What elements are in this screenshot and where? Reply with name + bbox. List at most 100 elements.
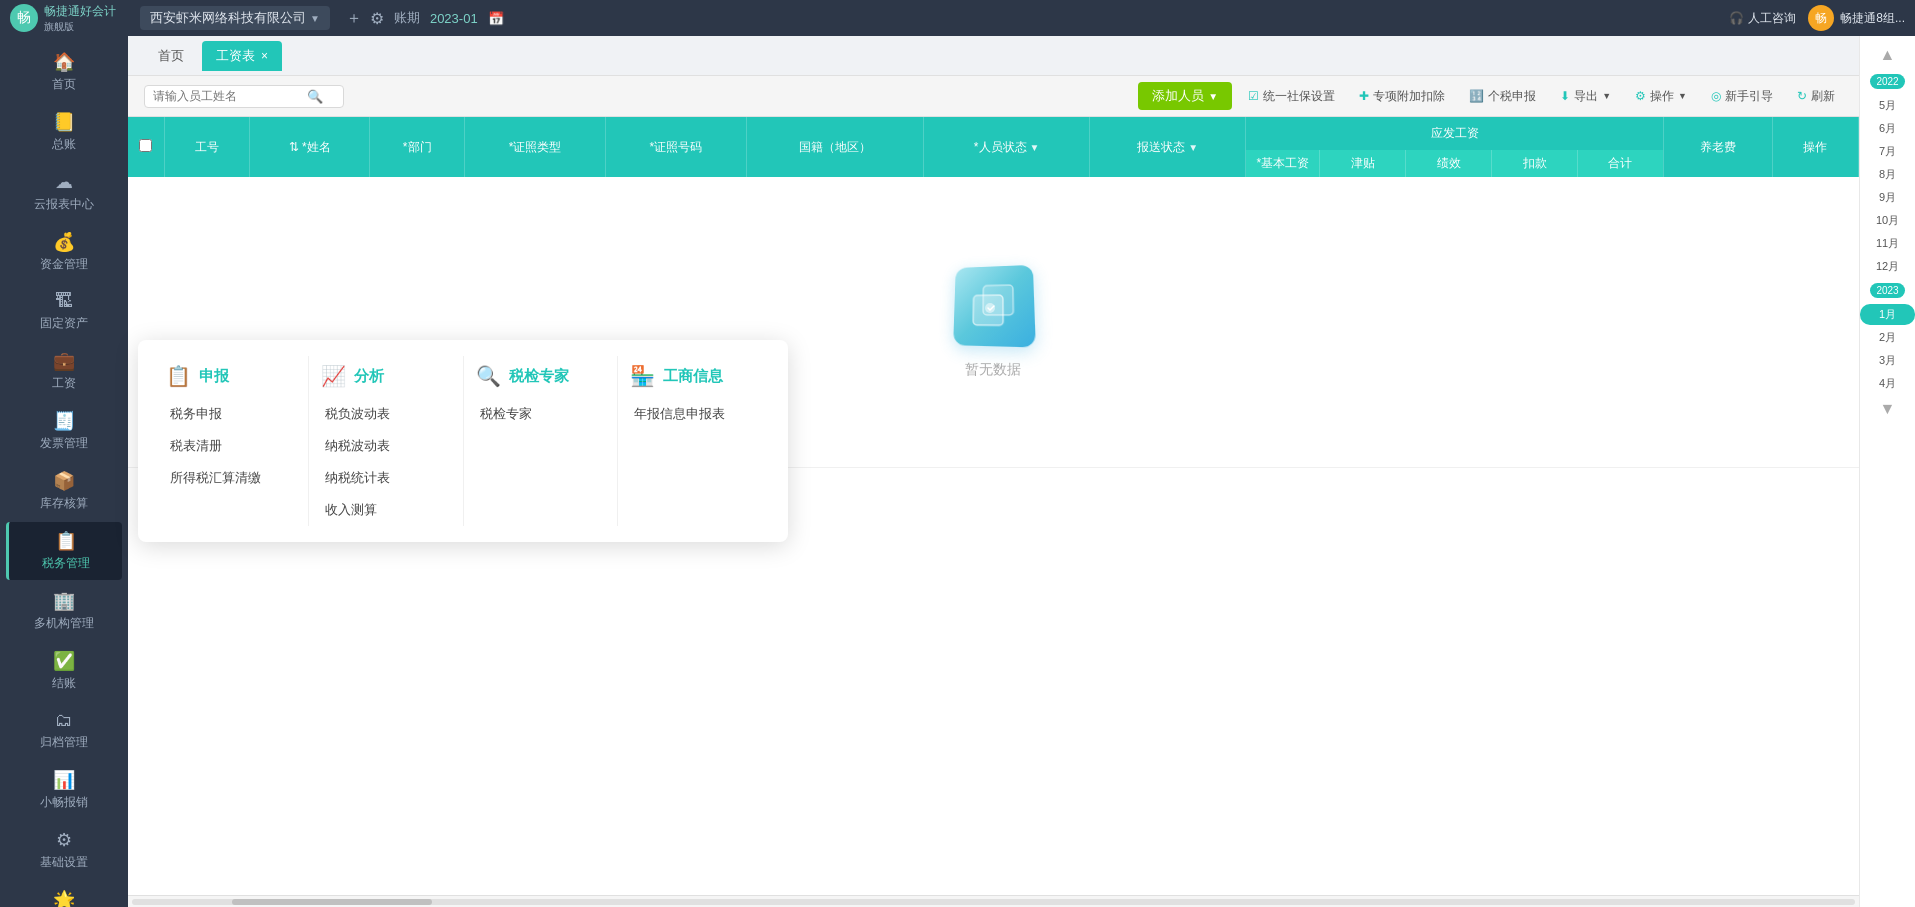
customer-service-button[interactable]: 🎧 人工咨询 <box>1729 10 1796 27</box>
sidebar-item-cloud-report[interactable]: ☁ 云报表中心 <box>6 163 122 221</box>
logo-title: 畅捷通好会计 <box>44 3 116 20</box>
sidebar-item-inventory[interactable]: 📦 库存核算 <box>6 462 122 520</box>
select-all-checkbox[interactable] <box>139 139 152 152</box>
analysis-header: 📈 分析 <box>321 356 451 398</box>
sidebar-label-report-sales: 小畅报销 <box>40 794 88 811</box>
dropdown-section-tax-expert: 🔍 税检专家 税检专家 <box>464 356 619 526</box>
tab-salary-label: 工资表 <box>216 47 255 65</box>
operation-button[interactable]: ⚙ 操作 ▼ <box>1627 84 1695 109</box>
month-2022-09[interactable]: 9月 <box>1860 187 1915 208</box>
menu-item-tax-expert[interactable]: 税检专家 <box>476 398 606 430</box>
horizontal-scrollbar[interactable] <box>128 895 1859 907</box>
settle-icon: ✅ <box>53 650 75 672</box>
tax-management-dropdown: 📋 申报 税务申报 税表清册 所得税汇算清缴 📈 分析 税负波动表 纳税波动表 … <box>138 340 788 542</box>
menu-item-income-estimate[interactable]: 收入测算 <box>321 494 451 526</box>
sidebar-item-invoice[interactable]: 🧾 发票管理 <box>6 402 122 460</box>
add-person-button[interactable]: 添加人员 ▼ <box>1138 82 1232 110</box>
month-2022-12[interactable]: 12月 <box>1860 256 1915 277</box>
top-bar-right: 🎧 人工咨询 畅 畅捷通8组... <box>1729 5 1905 31</box>
menu-item-tax-schedule[interactable]: 税表清册 <box>166 430 296 462</box>
toolbar: 🔍 添加人员 ▼ ☑ 统一社保设置 ✚ 专项附加扣除 🔢 个税申报 ⬇ 导出 <box>128 76 1859 117</box>
menu-item-tax-declaration[interactable]: 税务申报 <box>166 398 296 430</box>
sidebar-label-tax: 税务管理 <box>42 555 90 572</box>
col-dept: *部门 <box>370 117 465 177</box>
month-2022-08[interactable]: 8月 <box>1860 164 1915 185</box>
sidebar-item-tax[interactable]: 📋 税务管理 <box>6 522 122 580</box>
col-total: 合计 <box>1578 150 1664 177</box>
service-label: 人工咨询 <box>1748 10 1796 27</box>
tax-icon: 📋 <box>55 530 77 552</box>
month-2022-07[interactable]: 7月 <box>1860 141 1915 162</box>
col-base-salary: *基本工资 <box>1246 150 1320 177</box>
sidebar-item-archive[interactable]: 🗂 归档管理 <box>6 702 122 759</box>
timeline-up-arrow[interactable]: ▲ <box>1876 42 1900 68</box>
month-2023-03[interactable]: 3月 <box>1860 350 1915 371</box>
analysis-title: 分析 <box>354 367 384 386</box>
month-2023-04[interactable]: 4月 <box>1860 373 1915 394</box>
sidebar-item-multi-org[interactable]: 🏢 多机构管理 <box>6 582 122 640</box>
sidebar-item-ledger[interactable]: 📒 总账 <box>6 103 122 161</box>
month-2023-02[interactable]: 2月 <box>1860 327 1915 348</box>
tab-home[interactable]: 首页 <box>144 41 198 71</box>
export-button[interactable]: ⬇ 导出 ▼ <box>1552 84 1619 109</box>
sidebar-item-report-sales[interactable]: 📊 小畅报销 <box>6 761 122 819</box>
add-person-dropdown-arrow: ▼ <box>1208 91 1218 102</box>
timeline-down-arrow[interactable]: ▼ <box>1876 396 1900 422</box>
top-bar-icons: ＋ ⚙ <box>346 8 384 29</box>
refresh-button[interactable]: ↻ 刷新 <box>1789 84 1843 109</box>
sidebar-label-settings: 基础设置 <box>40 854 88 871</box>
logo-area: 畅 畅捷通好会计 旗舰版 <box>10 3 130 34</box>
menu-item-tax-burden-wave[interactable]: 税负波动表 <box>321 398 451 430</box>
month-2022-06[interactable]: 6月 <box>1860 118 1915 139</box>
menu-item-tax-wave[interactable]: 纳税波动表 <box>321 430 451 462</box>
month-2022-05[interactable]: 5月 <box>1860 95 1915 116</box>
ledger-icon: 📒 <box>53 111 75 133</box>
search-input[interactable] <box>153 89 303 103</box>
sidebar-item-home[interactable]: 🏠 首页 <box>6 43 122 101</box>
social-security-label: 统一社保设置 <box>1263 88 1335 105</box>
tab-close-button[interactable]: × <box>261 49 268 63</box>
sidebar-item-fund[interactable]: 💰 资金管理 <box>6 223 122 281</box>
add-icon[interactable]: ＋ <box>346 8 362 29</box>
sidebar-item-salary[interactable]: 💼 工资 <box>6 342 122 400</box>
menu-item-annual-report[interactable]: 年报信息申报表 <box>630 398 760 430</box>
add-person-label: 添加人员 <box>1152 87 1204 105</box>
guide-button[interactable]: ◎ 新手引导 <box>1703 84 1781 109</box>
calendar-icon[interactable]: 📅 <box>488 11 504 26</box>
business-info-icon: 🏪 <box>630 364 655 388</box>
declaration-header: 📋 申报 <box>166 356 296 398</box>
report-status-filter-icon[interactable]: ▼ <box>1188 142 1198 153</box>
scroll-thumb[interactable] <box>232 899 432 905</box>
menu-item-income-tax-settlement[interactable]: 所得税汇算清缴 <box>166 462 296 494</box>
sidebar-label-archive: 归档管理 <box>40 734 88 751</box>
menu-item-tax-stats[interactable]: 纳税统计表 <box>321 462 451 494</box>
settings-icon[interactable]: ⚙ <box>370 9 384 28</box>
tax-return-button[interactable]: 🔢 个税申报 <box>1461 84 1544 109</box>
tab-salary-table[interactable]: 工资表 × <box>202 41 282 71</box>
special-deduction-button[interactable]: ✚ 专项附加扣除 <box>1351 84 1453 109</box>
search-icon[interactable]: 🔍 <box>307 89 323 104</box>
top-bar: 畅 畅捷通好会计 旗舰版 西安虾米网络科技有限公司 ▼ ＋ ⚙ 账期 2023-… <box>0 0 1915 36</box>
sidebar-item-settle[interactable]: ✅ 结账 <box>6 642 122 700</box>
sidebar-item-settings[interactable]: ⚙ 基础设置 <box>6 821 122 879</box>
report-status-label: 报送状态 <box>1137 139 1185 156</box>
export-icon: ⬇ <box>1560 89 1570 103</box>
company-selector[interactable]: 西安虾米网络科技有限公司 ▼ <box>140 6 330 30</box>
analysis-icon: 📈 <box>321 364 346 388</box>
scroll-track <box>132 899 1855 905</box>
operation-dropdown-arrow: ▼ <box>1678 91 1687 101</box>
invoice-icon: 🧾 <box>53 410 75 432</box>
operation-label: 操作 <box>1650 88 1674 105</box>
person-status-filter-icon[interactable]: ▼ <box>1030 142 1040 153</box>
sidebar-label-multi-org: 多机构管理 <box>34 615 94 632</box>
right-panel: ▲ 2022 5月 6月 7月 8月 9月 10月 11月 12月 2023 1… <box>1859 36 1915 907</box>
sidebar-item-fixed-assets[interactable]: 🏗 固定资产 <box>6 283 122 340</box>
empty-icon <box>953 265 1036 348</box>
sidebar-item-guide[interactable]: 🌟 新手引导 <box>6 881 122 907</box>
user-area[interactable]: 畅 畅捷通8组... <box>1808 5 1905 31</box>
month-2022-10[interactable]: 10月 <box>1860 210 1915 231</box>
month-2023-01[interactable]: 1月 <box>1860 304 1915 325</box>
col-person-status: *人员状态 ▼ <box>924 117 1089 177</box>
social-security-button[interactable]: ☑ 统一社保设置 <box>1240 84 1343 109</box>
month-2022-11[interactable]: 11月 <box>1860 233 1915 254</box>
